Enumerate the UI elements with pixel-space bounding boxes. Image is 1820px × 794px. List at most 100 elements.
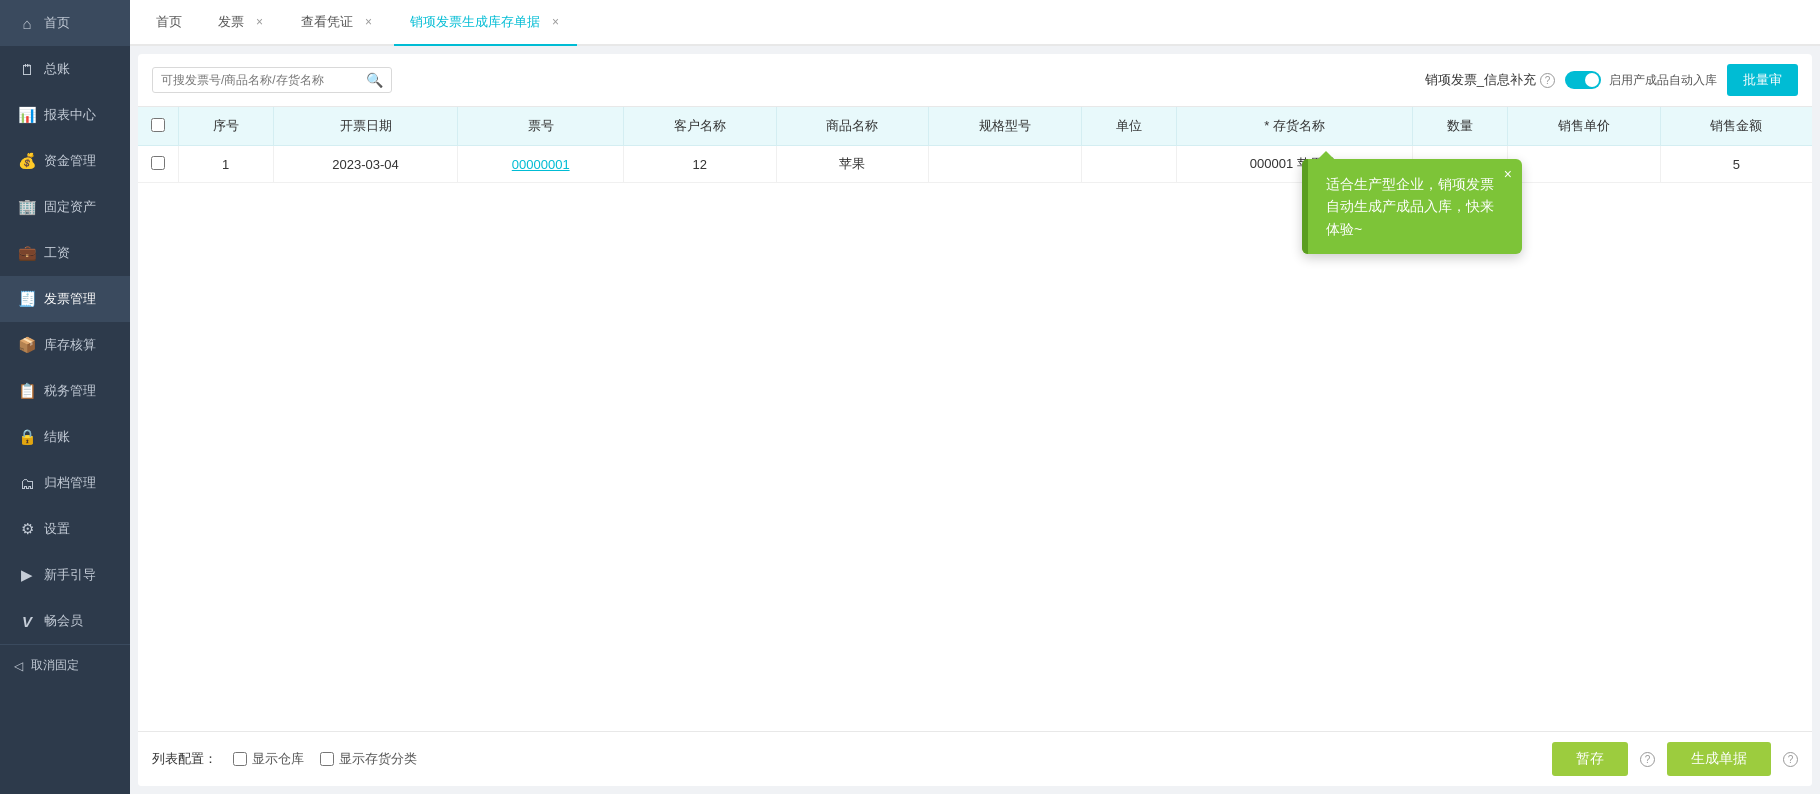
tooltip-close-button[interactable]: × bbox=[1504, 167, 1512, 181]
col-header-date: 开票日期 bbox=[273, 107, 458, 146]
footer: 列表配置： 显示仓库 显示存货分类 暂存 ? 生成单据 ? bbox=[138, 731, 1812, 786]
main-table: 序号 开票日期 票号 客户名称 商品名称 规格型号 单位 * 存货名称 数量 销… bbox=[138, 107, 1812, 183]
tab-voucher-label: 查看凭证 bbox=[301, 13, 353, 31]
fixed-assets-icon: 🏢 bbox=[18, 198, 36, 216]
sidebar-item-label: 库存核算 bbox=[44, 336, 96, 354]
row-date: 2023-03-04 bbox=[273, 146, 458, 183]
toggle-label: 启用产成品自动入库 bbox=[1609, 72, 1717, 89]
col-header-model: 规格型号 bbox=[929, 107, 1082, 146]
generate-button[interactable]: 生成单据 bbox=[1667, 742, 1771, 776]
tab-cancel-invoice-label: 销项发票生成库存单据 bbox=[410, 13, 540, 31]
search-box[interactable]: 🔍 bbox=[152, 67, 392, 93]
toolbar: 🔍 销项发票_信息补充 ? 启用产成品自动入库 批量审 bbox=[138, 54, 1812, 107]
sidebar-item-label: 新手引导 bbox=[44, 566, 96, 584]
show-inventory-category-checkbox[interactable] bbox=[320, 752, 334, 766]
row-checkbox[interactable] bbox=[151, 156, 165, 170]
save-help-icon[interactable]: ? bbox=[1640, 752, 1655, 767]
sidebar-item-member[interactable]: V 畅会员 bbox=[0, 598, 130, 644]
funds-icon: 💰 bbox=[18, 152, 36, 170]
sidebar-item-label: 工资 bbox=[44, 244, 70, 262]
tab-invoice-close[interactable]: × bbox=[254, 15, 265, 29]
sidebar-item-label: 资金管理 bbox=[44, 152, 96, 170]
cancel-fixed-button[interactable]: ◁ 取消固定 bbox=[0, 644, 130, 686]
main-area: 首页 发票 × 查看凭证 × 销项发票生成库存单据 × 🔍 bbox=[130, 0, 1820, 794]
row-ticket-no[interactable]: 00000001 bbox=[458, 146, 624, 183]
sidebar-item-close[interactable]: 🔒 结账 bbox=[0, 414, 130, 460]
sidebar: ⌂ 首页 🗒 总账 📊 报表中心 💰 资金管理 🏢 固定资产 💼 工资 🧾 发票… bbox=[0, 0, 130, 794]
tab-voucher-close[interactable]: × bbox=[363, 15, 374, 29]
col-header-unit: 单位 bbox=[1082, 107, 1177, 146]
tab-home[interactable]: 首页 bbox=[140, 0, 198, 46]
batch-button[interactable]: 批量审 bbox=[1727, 64, 1798, 96]
sidebar-item-tax[interactable]: 📋 税务管理 bbox=[0, 368, 130, 414]
reports-icon: 📊 bbox=[18, 106, 36, 124]
row-customer: 12 bbox=[623, 146, 776, 183]
toggle-area: 启用产成品自动入库 bbox=[1565, 71, 1717, 89]
toolbar-left: 🔍 bbox=[152, 67, 392, 93]
sidebar-item-home[interactable]: ⌂ 首页 bbox=[0, 0, 130, 46]
sidebar-item-label: 总账 bbox=[44, 60, 70, 78]
row-unit-price bbox=[1508, 146, 1661, 183]
tab-voucher[interactable]: 查看凭证 × bbox=[285, 0, 390, 46]
search-input[interactable] bbox=[161, 73, 360, 87]
row-product: 苹果 bbox=[776, 146, 929, 183]
col-header-unit-price: 销售单价 bbox=[1508, 107, 1661, 146]
ticket-no-link[interactable]: 00000001 bbox=[512, 157, 570, 172]
sidebar-item-settings[interactable]: ⚙ 设置 bbox=[0, 506, 130, 552]
col-header-qty: 数量 bbox=[1413, 107, 1508, 146]
row-checkbox-cell bbox=[138, 146, 178, 183]
col-header-ticket-no: 票号 bbox=[458, 107, 624, 146]
tooltip-text: 适合生产型企业，销项发票自动生成产成品入库，快来体验~ bbox=[1318, 173, 1506, 240]
cancel-fixed-icon: ◁ bbox=[14, 659, 23, 673]
auto-warehouse-toggle[interactable] bbox=[1565, 71, 1601, 89]
tooltip-bar bbox=[1302, 159, 1308, 254]
col-header-seq: 序号 bbox=[178, 107, 273, 146]
sidebar-item-label: 固定资产 bbox=[44, 198, 96, 216]
tab-home-label: 首页 bbox=[156, 13, 182, 31]
tab-bar: 首页 发票 × 查看凭证 × 销项发票生成库存单据 × bbox=[130, 0, 1820, 46]
sidebar-item-label: 设置 bbox=[44, 520, 70, 538]
search-icon[interactable]: 🔍 bbox=[366, 72, 383, 88]
footer-left: 列表配置： 显示仓库 显示存货分类 bbox=[152, 750, 417, 768]
footer-right: 暂存 ? 生成单据 ? bbox=[1552, 742, 1798, 776]
info-help-icon[interactable]: ? bbox=[1540, 73, 1555, 88]
sidebar-item-label: 归档管理 bbox=[44, 474, 96, 492]
row-amount: 5 bbox=[1660, 146, 1812, 183]
col-header-inventory-name: * 存货名称 bbox=[1177, 107, 1413, 146]
ledger-icon: 🗒 bbox=[18, 61, 36, 78]
col-header-amount: 销售金额 bbox=[1660, 107, 1812, 146]
sidebar-item-label: 畅会员 bbox=[44, 612, 83, 630]
row-model bbox=[929, 146, 1082, 183]
col-header-product: 商品名称 bbox=[776, 107, 929, 146]
tax-icon: 📋 bbox=[18, 382, 36, 400]
sidebar-item-guide[interactable]: ▶ 新手引导 bbox=[0, 552, 130, 598]
show-warehouse-label: 显示仓库 bbox=[252, 750, 304, 768]
select-all-checkbox[interactable] bbox=[151, 118, 165, 132]
show-inventory-category-option[interactable]: 显示存货分类 bbox=[320, 750, 417, 768]
tab-cancel-invoice-close[interactable]: × bbox=[550, 15, 561, 29]
config-label: 列表配置： bbox=[152, 750, 217, 768]
sidebar-item-invoice-mgmt[interactable]: 🧾 发票管理 bbox=[0, 276, 130, 322]
show-inventory-category-label: 显示存货分类 bbox=[339, 750, 417, 768]
show-warehouse-checkbox[interactable] bbox=[233, 752, 247, 766]
col-header-checkbox bbox=[138, 107, 178, 146]
sidebar-item-ledger[interactable]: 🗒 总账 bbox=[0, 46, 130, 92]
table-container: 序号 开票日期 票号 客户名称 商品名称 规格型号 单位 * 存货名称 数量 销… bbox=[138, 107, 1812, 731]
sidebar-item-inventory[interactable]: 📦 库存核算 bbox=[0, 322, 130, 368]
show-warehouse-option[interactable]: 显示仓库 bbox=[233, 750, 304, 768]
save-button[interactable]: 暂存 bbox=[1552, 742, 1628, 776]
tab-cancel-invoice[interactable]: 销项发票生成库存单据 × bbox=[394, 0, 577, 46]
sidebar-item-funds[interactable]: 💰 资金管理 bbox=[0, 138, 130, 184]
toolbar-right: 销项发票_信息补充 ? 启用产成品自动入库 批量审 bbox=[1425, 64, 1798, 96]
settings-icon: ⚙ bbox=[18, 520, 36, 538]
sidebar-item-reports[interactable]: 📊 报表中心 bbox=[0, 92, 130, 138]
row-unit bbox=[1082, 146, 1177, 183]
generate-help-icon[interactable]: ? bbox=[1783, 752, 1798, 767]
tab-invoice[interactable]: 发票 × bbox=[202, 0, 281, 46]
tab-invoice-label: 发票 bbox=[218, 13, 244, 31]
info-label-text: 销项发票_信息补充 bbox=[1425, 71, 1536, 89]
sidebar-item-archive[interactable]: 🗂 归档管理 bbox=[0, 460, 130, 506]
sidebar-item-fixed-assets[interactable]: 🏢 固定资产 bbox=[0, 184, 130, 230]
sidebar-item-salary[interactable]: 💼 工资 bbox=[0, 230, 130, 276]
cancel-fixed-label: 取消固定 bbox=[31, 657, 79, 674]
